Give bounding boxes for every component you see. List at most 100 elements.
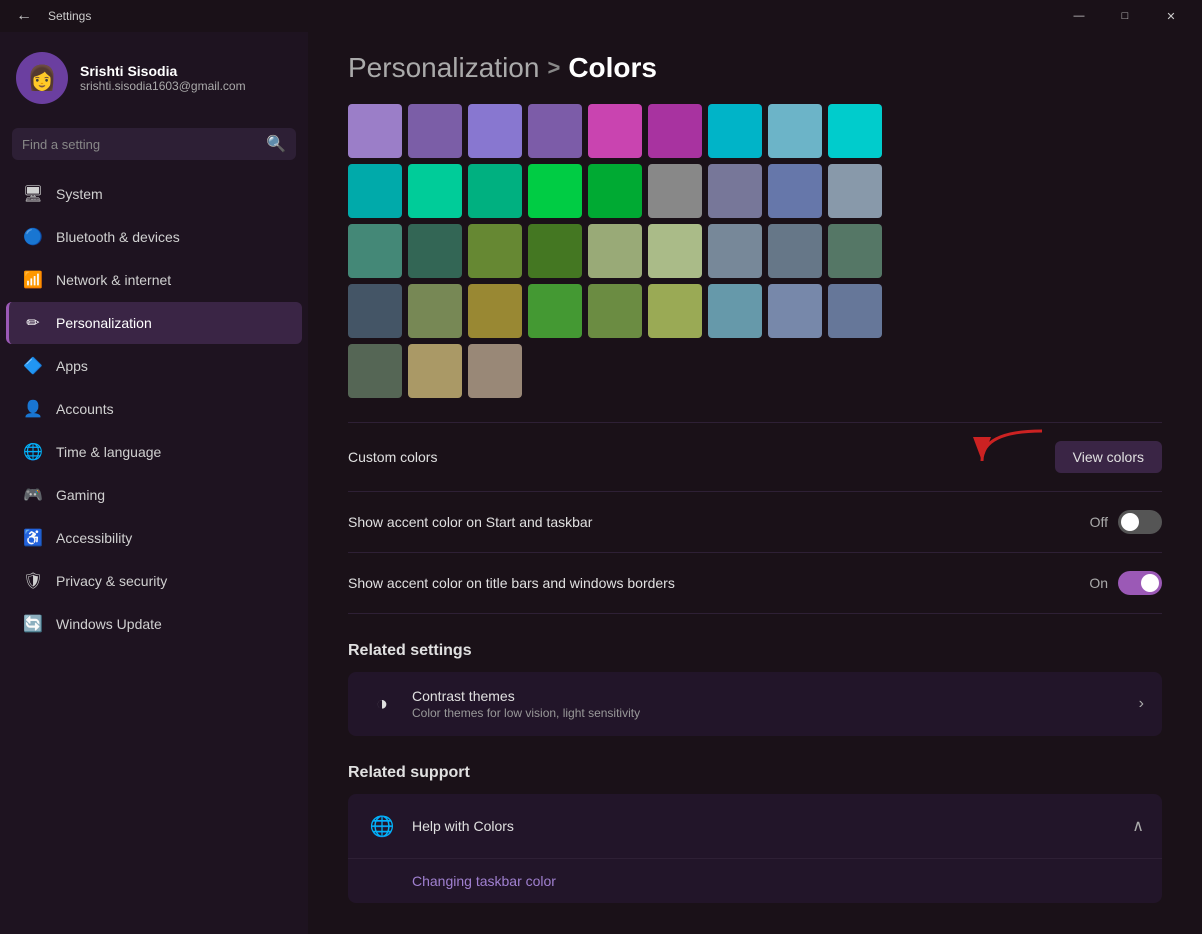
avatar: 👩	[16, 52, 68, 104]
breadcrumb-current: Colors	[568, 52, 657, 84]
color-swatch-0-1[interactable]	[408, 104, 462, 158]
color-swatch-4-2[interactable]	[468, 344, 522, 398]
sidebar-nav: 🖥 System 🔵 Bluetooth & devices 📶 Network…	[0, 172, 308, 646]
gaming-icon: 🎮	[22, 484, 44, 506]
sidebar-label-time: Time & language	[56, 444, 161, 460]
accent-taskbar-label: Show accent color on Start and taskbar	[348, 514, 592, 530]
sidebar-item-personalization[interactable]: ✏ Personalization	[6, 302, 302, 344]
sidebar-label-accessibility: Accessibility	[56, 530, 132, 546]
color-swatch-1-4[interactable]	[588, 164, 642, 218]
sidebar-item-system[interactable]: 🖥 System	[6, 173, 302, 215]
color-swatch-1-3[interactable]	[528, 164, 582, 218]
color-swatch-1-0[interactable]	[348, 164, 402, 218]
get-help-row[interactable]: 💬 Get help	[348, 927, 1162, 934]
color-swatch-2-7[interactable]	[768, 224, 822, 278]
contrast-themes-title: Contrast themes	[412, 688, 1125, 704]
sidebar-item-network[interactable]: 📶 Network & internet	[6, 259, 302, 301]
sidebar-label-system: System	[56, 186, 103, 202]
sidebar-label-network: Network & internet	[56, 272, 171, 288]
color-swatch-3-6[interactable]	[708, 284, 762, 338]
maximize-button[interactable]: □	[1102, 0, 1148, 32]
color-swatch-2-0[interactable]	[348, 224, 402, 278]
color-swatch-3-7[interactable]	[768, 284, 822, 338]
color-swatch-2-8[interactable]	[828, 224, 882, 278]
color-row-3	[348, 284, 1162, 338]
accent-taskbar-knob	[1121, 513, 1139, 531]
color-swatch-2-4[interactable]	[588, 224, 642, 278]
color-swatch-1-8[interactable]	[828, 164, 882, 218]
color-swatch-4-0[interactable]	[348, 344, 402, 398]
color-swatch-0-5[interactable]	[648, 104, 702, 158]
color-swatch-2-2[interactable]	[468, 224, 522, 278]
color-swatch-2-3[interactable]	[528, 224, 582, 278]
sidebar-item-accessibility[interactable]: ♿ Accessibility	[6, 517, 302, 559]
contrast-themes-chevron: ›	[1139, 695, 1144, 713]
help-colors-title: Help with Colors	[412, 818, 514, 834]
related-settings-title: Related settings	[348, 642, 1162, 660]
changing-taskbar-color-link[interactable]: Changing taskbar color	[348, 859, 1162, 903]
color-swatch-0-3[interactable]	[528, 104, 582, 158]
color-swatch-3-3[interactable]	[528, 284, 582, 338]
support-header[interactable]: 🌐 Help with Colors ∧	[348, 794, 1162, 858]
sidebar-label-apps: Apps	[56, 358, 88, 374]
sidebar-item-update[interactable]: 🔄 Windows Update	[6, 603, 302, 645]
accent-taskbar-row: Show accent color on Start and taskbar O…	[348, 492, 1162, 553]
color-swatch-3-4[interactable]	[588, 284, 642, 338]
close-button[interactable]: ✕	[1148, 0, 1194, 32]
sidebar-label-personalization: Personalization	[56, 315, 152, 331]
minimize-button[interactable]: —	[1056, 0, 1102, 32]
color-swatch-0-7[interactable]	[768, 104, 822, 158]
color-swatch-4-1[interactable]	[408, 344, 462, 398]
titlebar-title: Settings	[48, 9, 91, 23]
color-swatch-0-6[interactable]	[708, 104, 762, 158]
color-swatch-2-6[interactable]	[708, 224, 762, 278]
back-button[interactable]: ←	[8, 3, 40, 29]
color-swatch-0-2[interactable]	[468, 104, 522, 158]
color-grid	[348, 104, 1162, 398]
color-swatch-1-1[interactable]	[408, 164, 462, 218]
apps-icon: 🔷	[22, 355, 44, 377]
titlebar: ← Settings — □ ✕	[0, 0, 1202, 32]
accent-border-label: Show accent color on title bars and wind…	[348, 575, 675, 591]
color-swatch-0-0[interactable]	[348, 104, 402, 158]
search-input[interactable]	[22, 137, 258, 152]
color-swatch-2-1[interactable]	[408, 224, 462, 278]
system-icon: 🖥	[22, 183, 44, 205]
sidebar-item-apps[interactable]: 🔷 Apps	[6, 345, 302, 387]
color-row-2	[348, 224, 1162, 278]
user-info: Srishti Sisodia srishti.sisodia1603@gmai…	[80, 63, 246, 93]
color-swatch-1-7[interactable]	[768, 164, 822, 218]
sidebar-label-update: Windows Update	[56, 616, 162, 632]
contrast-themes-card[interactable]: ◑ Contrast themes Color themes for low v…	[348, 672, 1162, 736]
color-swatch-3-5[interactable]	[648, 284, 702, 338]
titlebar-left: ← Settings	[8, 3, 91, 29]
sidebar-item-gaming[interactable]: 🎮 Gaming	[6, 474, 302, 516]
contrast-themes-desc: Color themes for low vision, light sensi…	[412, 706, 1125, 720]
color-swatch-3-1[interactable]	[408, 284, 462, 338]
color-swatch-3-0[interactable]	[348, 284, 402, 338]
personalization-icon: ✏	[22, 312, 44, 334]
view-colors-button[interactable]: View colors	[1055, 441, 1162, 473]
color-swatch-2-5[interactable]	[648, 224, 702, 278]
color-swatch-3-2[interactable]	[468, 284, 522, 338]
footer-links: 💬 Get help 👤 Give feedback	[348, 927, 1162, 934]
sidebar-item-time[interactable]: 🌐 Time & language	[6, 431, 302, 473]
color-swatch-1-5[interactable]	[648, 164, 702, 218]
accent-taskbar-toggle[interactable]	[1118, 510, 1162, 534]
color-swatch-0-8[interactable]	[828, 104, 882, 158]
sidebar-item-accounts[interactable]: 👤 Accounts	[6, 388, 302, 430]
custom-colors-label: Custom colors	[348, 449, 437, 465]
sidebar-item-privacy[interactable]: 🛡 Privacy & security	[6, 560, 302, 602]
update-icon: 🔄	[22, 613, 44, 635]
color-swatch-3-8[interactable]	[828, 284, 882, 338]
bluetooth-icon: 🔵	[22, 226, 44, 248]
sidebar-item-bluetooth[interactable]: 🔵 Bluetooth & devices	[6, 216, 302, 258]
search-box[interactable]: 🔍	[12, 128, 296, 160]
network-icon: 📶	[22, 269, 44, 291]
breadcrumb-parent[interactable]: Personalization	[348, 52, 539, 84]
accent-taskbar-state: Off	[1090, 514, 1108, 530]
accent-border-toggle[interactable]	[1118, 571, 1162, 595]
color-swatch-1-6[interactable]	[708, 164, 762, 218]
color-swatch-1-2[interactable]	[468, 164, 522, 218]
color-swatch-0-4[interactable]	[588, 104, 642, 158]
